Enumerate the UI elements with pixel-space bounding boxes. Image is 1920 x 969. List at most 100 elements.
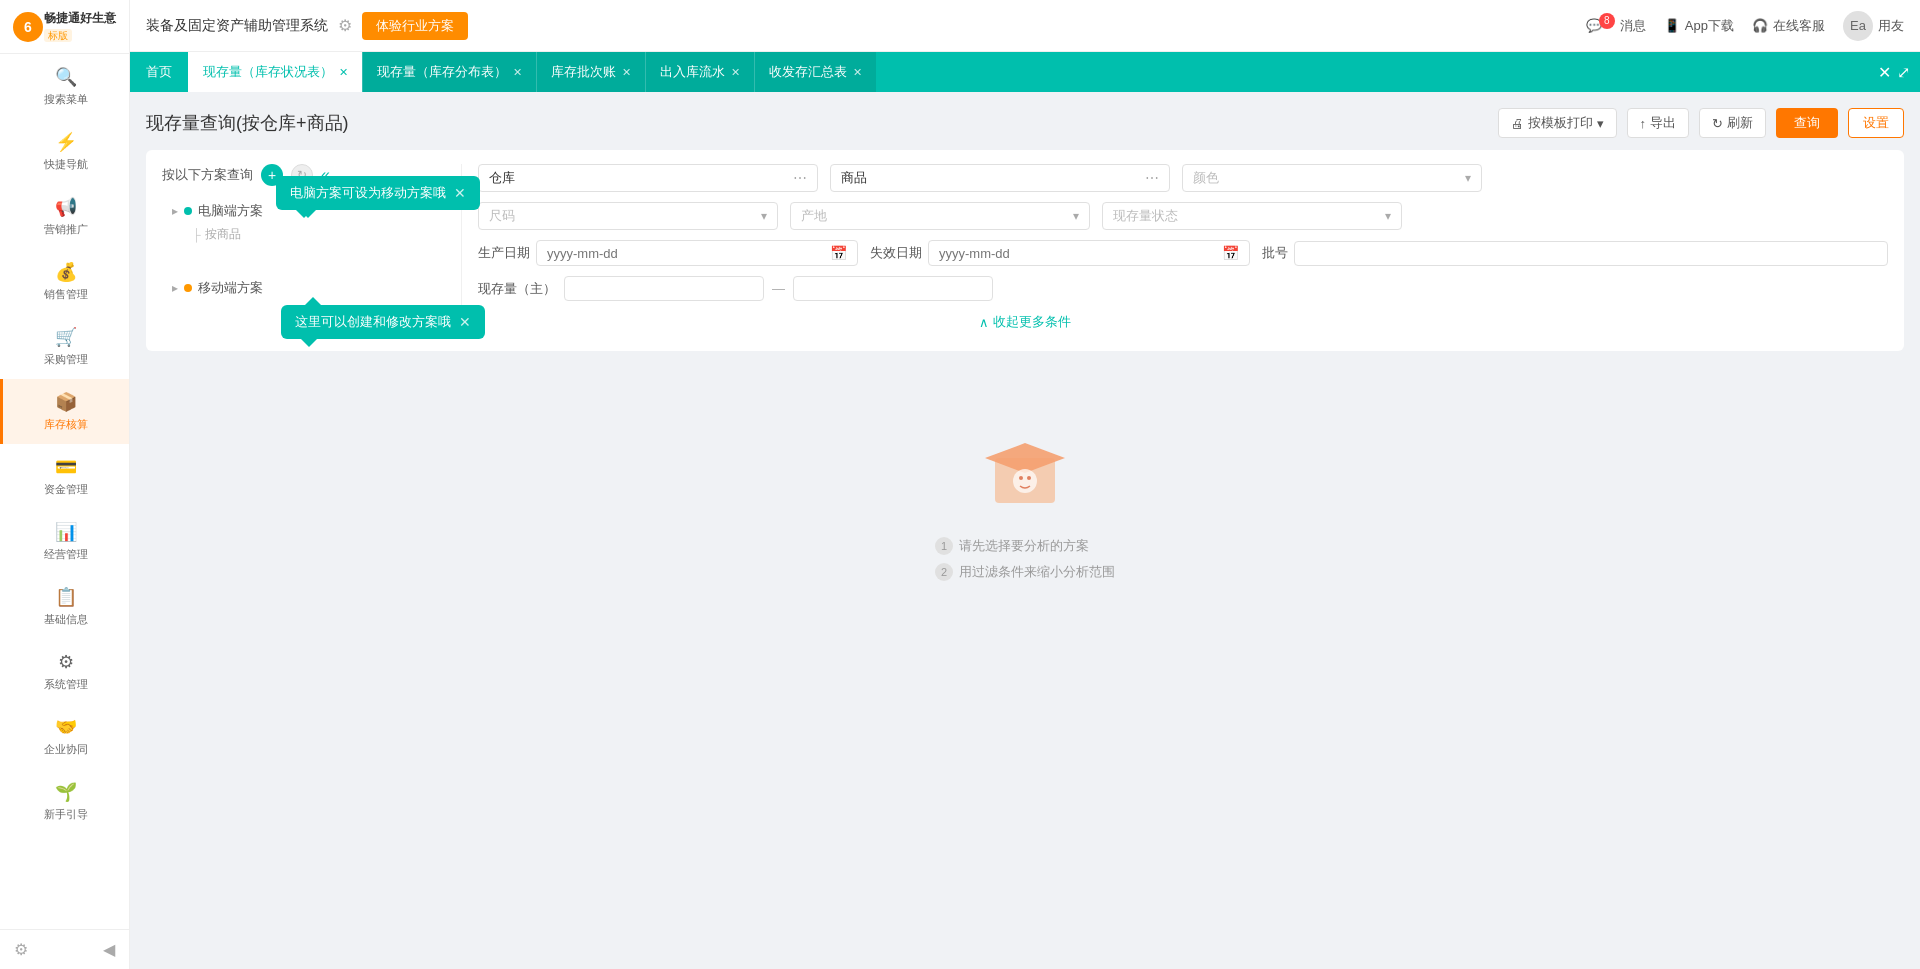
empty-tips: 1 请先选择要分析的方案 2 用过滤条件来缩小分析范围 [935, 533, 1115, 585]
tab-inv-flow[interactable]: 出入库流水 ✕ [645, 52, 754, 92]
header-settings-icon[interactable]: ⚙ [338, 16, 352, 35]
print-button[interactable]: 🖨 按模板打印 ▾ [1498, 108, 1617, 138]
collapse-label: 收起更多条件 [993, 313, 1071, 331]
tab-inv-batch[interactable]: 库存批次账 ✕ [536, 52, 645, 92]
warehouse-more-icon[interactable]: ⋯ [793, 170, 807, 186]
user-area[interactable]: Ea 用友 [1843, 11, 1904, 41]
support-action[interactable]: 🎧 在线客服 [1752, 17, 1825, 35]
svg-point-6 [1027, 476, 1031, 480]
tab-action-area: ✕ ⤢ [1878, 63, 1920, 82]
refresh-button[interactable]: ↻ 刷新 [1699, 108, 1766, 138]
mfg-date-input[interactable]: 📅 [536, 240, 858, 266]
tab-inv-dist[interactable]: 现存量（库存分布表） ✕ [362, 52, 536, 92]
sidebar-item-operation[interactable]: 📊 经营管理 [0, 509, 129, 574]
inv-status-select[interactable]: 现存量状态 ▾ [1102, 202, 1402, 230]
collapse-sidebar-icon[interactable]: ◀ [103, 940, 115, 959]
sidebar-item-system[interactable]: ⚙ 系统管理 [0, 639, 129, 704]
origin-arrow-icon: ▾ [1073, 209, 1079, 223]
tab-recv-summary[interactable]: 收发存汇总表 ✕ [754, 52, 876, 92]
filter-panel: 按以下方案查询 + ↻ « 电脑方案可设为移动方案哦 ✕ ▸ [146, 150, 1904, 351]
sidebar-item-marketing[interactable]: 📢 营销推广 [0, 184, 129, 249]
export-icon: ↑ [1640, 116, 1647, 131]
tab-home[interactable]: 首页 [130, 52, 188, 92]
goods-field[interactable]: 商品 ⋯ [830, 164, 1170, 192]
pc-scheme-child-label: 按商品 [205, 226, 241, 243]
size-select[interactable]: 尺码 ▾ [478, 202, 778, 230]
sidebar-item-search[interactable]: 🔍 搜索菜单 [0, 54, 129, 119]
header-right: 💬 8 消息 📱 App下载 🎧 在线客服 Ea 用友 [1586, 11, 1904, 41]
goods-more-icon[interactable]: ⋯ [1145, 170, 1159, 186]
tab-inv-dist-label: 现存量（库存分布表） [377, 63, 507, 81]
sidebar-item-finance[interactable]: 💳 资金管理 [0, 444, 129, 509]
exp-date-calendar-icon[interactable]: 📅 [1222, 245, 1239, 261]
warehouse-field[interactable]: 仓库 ⋯ [478, 164, 818, 192]
inv-qty-from-field[interactable] [575, 281, 753, 296]
basic-icon: 📋 [55, 586, 77, 608]
app-action[interactable]: 📱 App下载 [1664, 17, 1734, 35]
sidebar-label-quicknav: 快捷导航 [44, 157, 88, 172]
size-label: 尺码 [489, 207, 761, 225]
sidebar-item-basic[interactable]: 📋 基础信息 [0, 574, 129, 639]
scheme-pc-child[interactable]: ├ 按商品 [192, 224, 445, 245]
sidebar-item-sales[interactable]: 💰 销售管理 [0, 249, 129, 314]
mfg-date-calendar-icon[interactable]: 📅 [830, 245, 847, 261]
color-select[interactable]: 颜色 ▾ [1182, 164, 1482, 192]
tab-bar: 首页 现存量（库存状况表） ✕ 现存量（库存分布表） ✕ 库存批次账 ✕ 出入库… [130, 52, 1920, 92]
tab-inv-status-close[interactable]: ✕ [339, 66, 348, 79]
message-badge: 8 [1599, 13, 1615, 29]
set-button[interactable]: 设置 [1848, 108, 1904, 138]
inv-status-label: 现存量状态 [1113, 207, 1385, 225]
inv-qty-to-field[interactable] [804, 281, 982, 296]
inv-qty-from-input[interactable] [564, 276, 764, 301]
sidebar-item-purchase[interactable]: 🛒 采购管理 [0, 314, 129, 379]
filter-row-3: 生产日期 📅 失效日期 📅 [478, 240, 1888, 266]
sidebar-item-inventory[interactable]: 📦 库存核算 [0, 379, 129, 444]
sidebar-item-quicknav[interactable]: ⚡ 快捷导航 [0, 119, 129, 184]
page-action-bar: 🖨 按模板打印 ▾ ↑ 导出 ↻ 刷新 查询 设置 [1498, 108, 1905, 138]
export-button[interactable]: ↑ 导出 [1627, 108, 1690, 138]
tab-inv-batch-close[interactable]: ✕ [622, 66, 631, 79]
search-button[interactable]: 查询 [1776, 108, 1838, 138]
inv-qty-to-input[interactable] [793, 276, 993, 301]
batch-group: 批号 [1262, 241, 1888, 266]
tab-recv-summary-close[interactable]: ✕ [853, 66, 862, 79]
trial-button[interactable]: 体验行业方案 [362, 12, 468, 40]
empty-tip-1: 1 请先选择要分析的方案 [935, 533, 1115, 559]
page-header: 现存量查询(按仓库+商品) 🖨 按模板打印 ▾ ↑ 导出 ↻ 刷新 查询 设置 [146, 108, 1904, 138]
header-left: 装备及固定资产辅助管理系统 ⚙ 体验行业方案 [146, 12, 468, 40]
goods-label: 商品 [841, 169, 1141, 187]
print-icon: 🖨 [1511, 116, 1524, 131]
message-action[interactable]: 💬 8 消息 [1586, 17, 1646, 35]
support-label: 在线客服 [1773, 17, 1825, 35]
expand-btn[interactable]: ⤢ [1897, 63, 1910, 82]
tab-inv-batch-label: 库存批次账 [551, 63, 616, 81]
color-label: 颜色 [1193, 169, 1465, 187]
sidebar-label-sales: 销售管理 [44, 287, 88, 302]
filter-row-4: 现存量（主） — [478, 276, 1888, 301]
tooltip2-close[interactable]: ✕ [459, 314, 471, 330]
tab-inv-flow-close[interactable]: ✕ [731, 66, 740, 79]
batch-field[interactable] [1305, 246, 1877, 261]
sidebar-item-guide[interactable]: 🌱 新手引导 [0, 769, 129, 834]
print-arrow-icon: ▾ [1597, 116, 1604, 131]
sales-icon: 💰 [55, 261, 77, 283]
pc-dot [184, 207, 192, 215]
batch-label: 批号 [1262, 244, 1288, 262]
main-area: 装备及固定资产辅助管理系统 ⚙ 体验行业方案 💬 8 消息 📱 App下载 🎧 … [130, 0, 1920, 969]
sidebar-label-basic: 基础信息 [44, 612, 88, 627]
mfg-date-field[interactable] [547, 246, 830, 261]
step1-text: 请先选择要分析的方案 [959, 533, 1089, 559]
close-all-tabs-btn[interactable]: ✕ [1878, 63, 1891, 82]
tooltip1-close[interactable]: ✕ [454, 185, 466, 201]
tab-inv-dist-close[interactable]: ✕ [513, 66, 522, 79]
exp-date-field[interactable] [939, 246, 1222, 261]
batch-input[interactable] [1294, 241, 1888, 266]
origin-select[interactable]: 产地 ▾ [790, 202, 1090, 230]
pc-branch-arrow: ▸ [172, 204, 178, 218]
tab-inv-status[interactable]: 现存量（库存状况表） ✕ [188, 52, 362, 92]
exp-date-input[interactable]: 📅 [928, 240, 1250, 266]
inv-qty-group: 现存量（主） — [478, 276, 993, 301]
sidebar-item-enterprise[interactable]: 🤝 企业协同 [0, 704, 129, 769]
settings-footer-icon[interactable]: ⚙ [14, 940, 28, 959]
guide-icon: 🌱 [55, 781, 77, 803]
